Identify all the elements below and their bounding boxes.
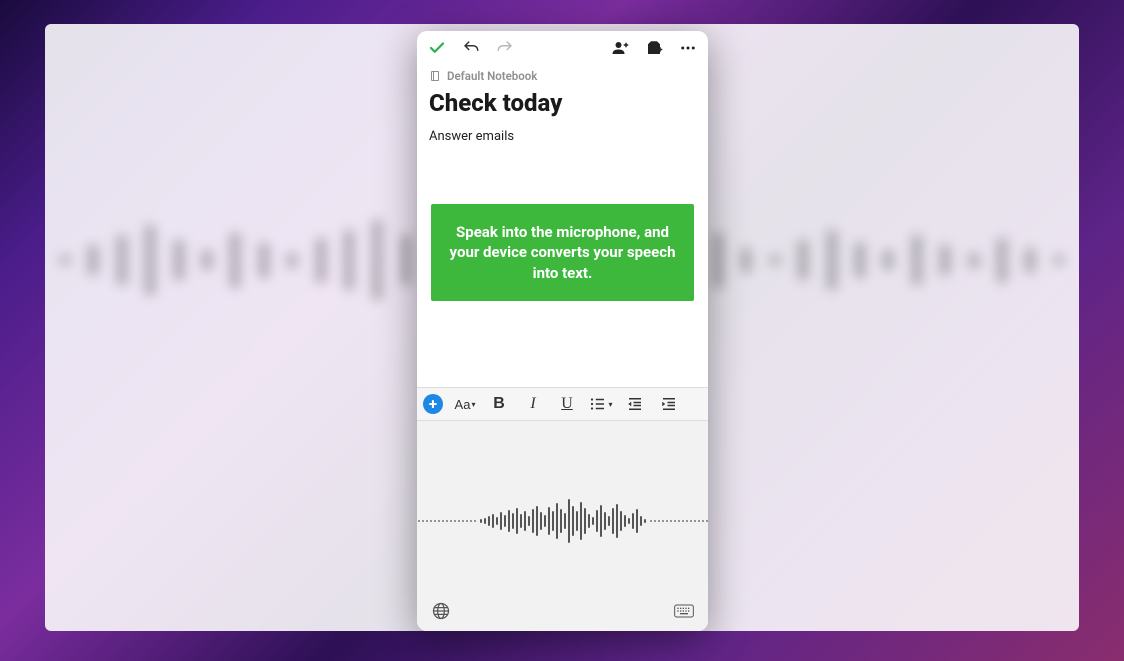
note-title[interactable]: Check today [417, 85, 708, 123]
add-reminder-button[interactable] [644, 38, 664, 58]
keyboard-icon [674, 602, 694, 620]
phone-frame: Default Notebook Check today Answer emai… [417, 31, 708, 631]
keyboard-button[interactable] [674, 601, 694, 621]
add-user-icon [611, 39, 629, 57]
voice-input-panel [417, 421, 708, 631]
globe-icon [431, 600, 451, 622]
notebook-icon [429, 70, 441, 82]
notebook-name: Default Notebook [447, 69, 537, 83]
language-button[interactable] [431, 601, 451, 621]
font-style-button[interactable]: Aa▾ [453, 392, 477, 416]
note-body[interactable]: Answer emails [417, 123, 708, 150]
italic-button[interactable]: I [521, 392, 545, 416]
redo-button[interactable] [495, 38, 515, 58]
outdent-button[interactable] [623, 392, 647, 416]
indent-button[interactable] [657, 392, 681, 416]
chevron-down-icon: ▾ [471, 400, 475, 409]
check-icon [428, 39, 446, 57]
redo-icon [496, 39, 514, 57]
bold-button[interactable]: B [487, 392, 511, 416]
list-icon [589, 395, 607, 413]
format-toolbar: + Aa▾ B I U ▾ [417, 387, 708, 421]
chevron-down-icon: ▾ [608, 400, 612, 409]
list-button[interactable]: ▾ [589, 392, 613, 416]
share-user-button[interactable] [610, 38, 630, 58]
confirm-button[interactable] [427, 38, 447, 58]
more-button[interactable] [678, 38, 698, 58]
note-editor-area[interactable] [417, 301, 708, 387]
add-tag-icon [645, 39, 663, 57]
undo-icon [462, 39, 480, 57]
voice-waveform [417, 491, 708, 551]
underline-button[interactable]: U [555, 392, 579, 416]
notebook-selector[interactable]: Default Notebook [417, 59, 708, 85]
add-attachment-button[interactable]: + [423, 394, 443, 414]
font-label: Aa [455, 397, 471, 412]
outdent-icon [626, 395, 644, 413]
top-toolbar [417, 31, 708, 59]
indent-icon [660, 395, 678, 413]
more-icon [679, 39, 697, 57]
voice-hint-callout: Speak into the microphone, and your devi… [431, 204, 694, 301]
undo-button[interactable] [461, 38, 481, 58]
plus-icon: + [429, 395, 437, 413]
